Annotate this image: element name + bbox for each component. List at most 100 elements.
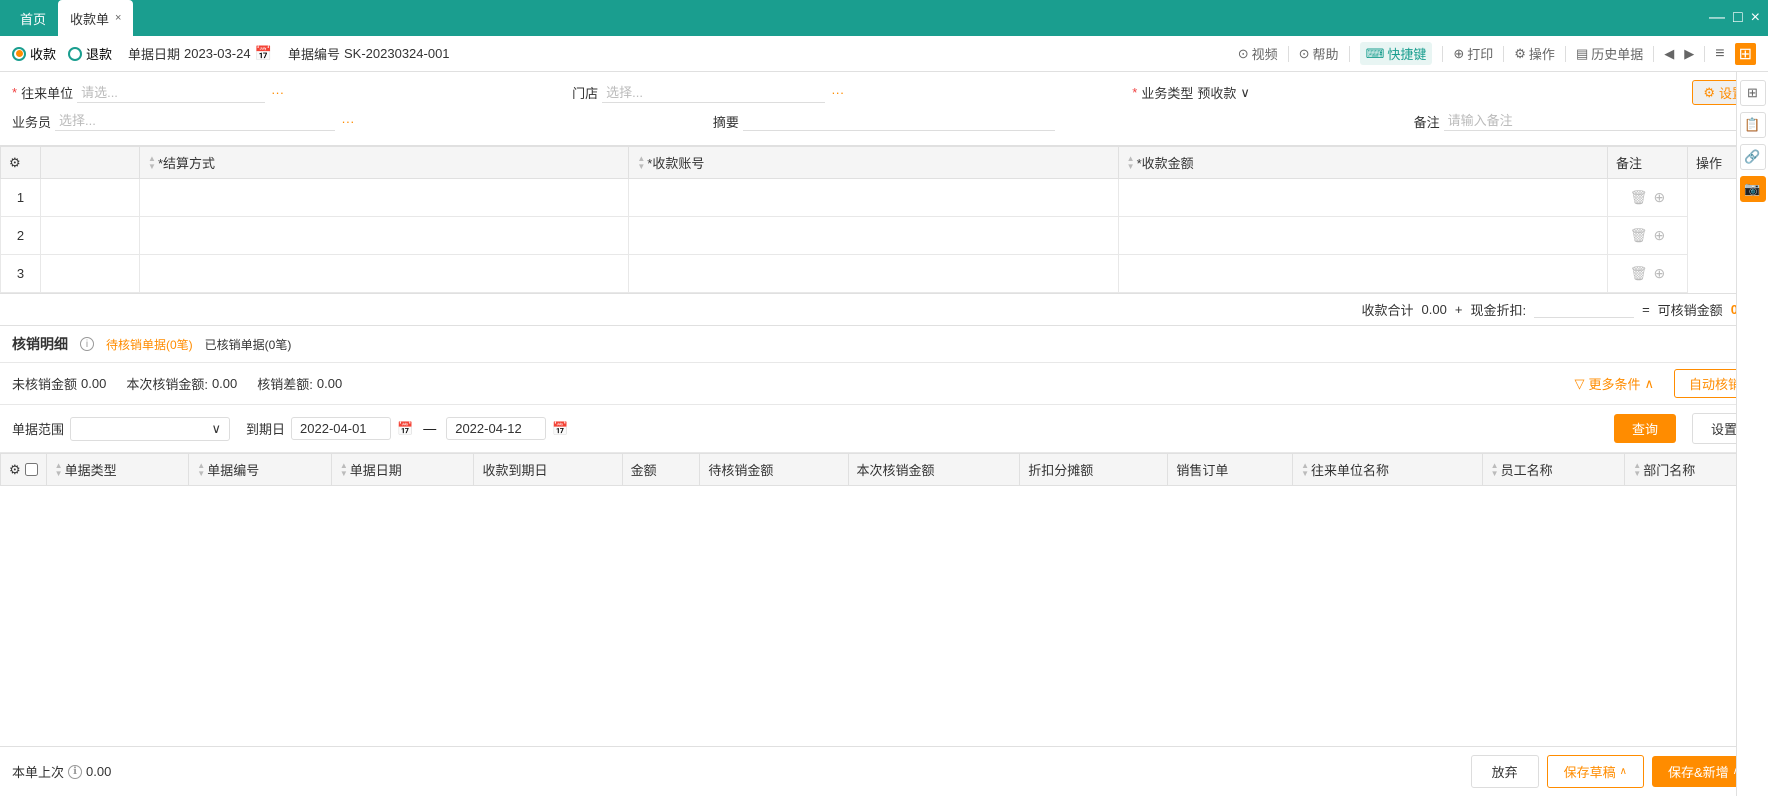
amount-cell[interactable] [629,217,1118,255]
history-action[interactable]: ▤ 历史单据 [1576,44,1643,63]
collect-total-value: 0.00 [1422,302,1447,317]
account-cell[interactable] [140,255,629,293]
receipt-radio[interactable]: 收款 [12,44,56,63]
list-view-icon[interactable]: ≡ [1715,45,1724,63]
note-cell[interactable] [1118,217,1607,255]
operation-action[interactable]: ⚙ 操作 [1514,44,1555,63]
abandon-button[interactable]: 放弃 [1471,755,1539,788]
account-cell[interactable] [140,217,629,255]
shortcut-action[interactable]: ⌨ 快捷键 [1360,42,1433,65]
counterparty-input[interactable] [77,83,265,103]
sidebar-camera-icon[interactable]: 📷 [1740,176,1766,202]
delete-row-icon[interactable]: 🗑 [1630,189,1648,206]
equal-label: = [1642,302,1650,317]
summary-input[interactable] [743,111,1055,131]
select-all-checkbox[interactable] [25,463,38,476]
calendar-to-icon[interactable]: 📅 [552,421,568,437]
maximize-icon[interactable]: □ [1733,9,1743,27]
receipt-tab[interactable]: 收款单 × [58,0,133,36]
query-button[interactable]: 查询 [1614,414,1676,443]
close-tab-icon[interactable]: × [115,12,121,24]
next-record-icon[interactable]: ▶ [1684,46,1694,62]
more-conditions[interactable]: ▽ 更多条件 ∧ [1574,374,1654,393]
th-pending-amount: 待核销金额 [700,454,848,486]
sidebar-doc-icon[interactable]: 📋 [1740,112,1766,138]
amount-cell[interactable] [629,255,1118,293]
chevron-up-icon: ∧ [1644,376,1654,392]
video-icon: ⊙ [1238,46,1249,62]
help-action[interactable]: ⊙ 帮助 [1299,44,1339,63]
table-gear-icon[interactable]: ⚙ [9,462,21,478]
reconcile-stats: 未核销金额 0.00 本次核销金额: 0.00 核销差额: 0.00 ▽ 更多条… [0,363,1768,405]
staff-input[interactable] [55,111,335,131]
calendar-icon[interactable]: 📅 [255,45,272,62]
date-to-input[interactable] [446,417,546,440]
settle-cell[interactable] [41,255,140,293]
copy-row-icon[interactable]: ⊕ [1654,265,1666,282]
sidebar-table-icon[interactable]: ⊞ [1740,80,1766,106]
toolbar: 收款 退款 单据日期 2023-03-24 📅 单据编号 SK-20230324… [0,36,1768,72]
this-doc-label: 本单上次 [12,762,64,781]
amount-cell[interactable] [629,179,1118,217]
video-action[interactable]: ⊙ 视频 [1238,44,1278,63]
minimize-icon[interactable]: — [1709,9,1725,27]
refund-radio[interactable]: 退款 [68,44,112,63]
table-row: 1 🗑 ⊕ [1,179,1768,217]
business-type-label: 业务类型 [1141,83,1193,102]
home-tab[interactable]: 首页 [8,0,58,36]
th-account: ▲▼ *收款账号 [629,147,1118,179]
store-more-icon[interactable]: ··· [831,85,844,100]
account-cell[interactable] [140,179,629,217]
range-select[interactable]: ∨ [70,417,230,441]
table-settings-header[interactable]: ⚙ [1,147,41,179]
prev-record-icon[interactable]: ◀ [1664,46,1674,62]
th-amount: 金额 [622,454,700,486]
pending-tab[interactable]: 待核销单据(0笔) [106,336,193,353]
main-content: 收款 退款 单据日期 2023-03-24 📅 单据编号 SK-20230324… [0,36,1768,796]
refund-radio-circle [68,47,82,61]
th-bill-date: ▲▼ 单据日期 [331,454,474,486]
sidebar-link-icon[interactable]: 🔗 [1740,144,1766,170]
copy-row-icon[interactable]: ⊕ [1654,189,1666,206]
video-label: 视频 [1252,44,1278,63]
done-tab[interactable]: 已核销单据(0笔) [205,336,292,353]
this-time-value: 0.00 [212,376,237,391]
grid-view-icon[interactable]: ⊞ [1735,43,1756,65]
summary-row: 收款合计 0.00 + 现金折扣: = 可核销金额 0.00 [0,294,1768,326]
reconcile-info-icon[interactable]: i [80,337,94,351]
settle-cell[interactable] [41,217,140,255]
form-row-2: 业务员 ··· 摘要 备注 [12,111,1756,131]
counterparty-more-icon[interactable]: ··· [271,85,284,100]
ops-cell: 🗑 ⊕ [1608,255,1688,293]
calendar-from-icon[interactable]: 📅 [397,421,413,437]
print-action[interactable]: ⊕ 打印 [1453,44,1493,63]
help-icon: ⊙ [1299,46,1310,62]
reconcile-title: 核销明细 [12,334,68,354]
row-num-cell: 3 [1,255,41,293]
history-icon: ▤ [1576,46,1588,62]
cash-discount-input[interactable] [1534,302,1634,318]
th-discount: 折扣分摊额 [1020,454,1168,486]
date-from-input[interactable] [291,417,391,440]
delete-row-icon[interactable]: 🗑 [1630,265,1648,282]
note-cell[interactable] [1118,255,1607,293]
save-draft-button[interactable]: 保存草稿 ∧ [1547,755,1644,788]
note-input[interactable] [1444,111,1756,131]
store-input[interactable] [602,83,825,103]
bottom-table: ⚙ ▲▼ 单据类型 ▲▼ [0,453,1768,486]
delete-row-icon[interactable]: 🗑 [1630,227,1648,244]
staff-more-icon[interactable]: ··· [341,114,354,129]
receipt-tab-label: 收款单 [70,9,109,28]
uncleared-stat: 未核销金额 0.00 [12,374,106,393]
business-type-value: 预收款 [1197,83,1236,102]
summary-label: 摘要 [713,112,739,131]
window-close-icon[interactable]: × [1751,9,1760,27]
net-amount-label: 可核销金额 [1658,300,1723,319]
note-cell[interactable] [1118,179,1607,217]
this-doc-info-icon[interactable]: ℹ [68,765,82,779]
settle-cell[interactable] [41,179,140,217]
business-type-dropdown-icon[interactable]: ∨ [1240,85,1250,101]
diff-stat: 核销差额: 0.00 [257,374,342,393]
copy-row-icon[interactable]: ⊕ [1654,227,1666,244]
range-dropdown-icon: ∨ [212,421,222,437]
